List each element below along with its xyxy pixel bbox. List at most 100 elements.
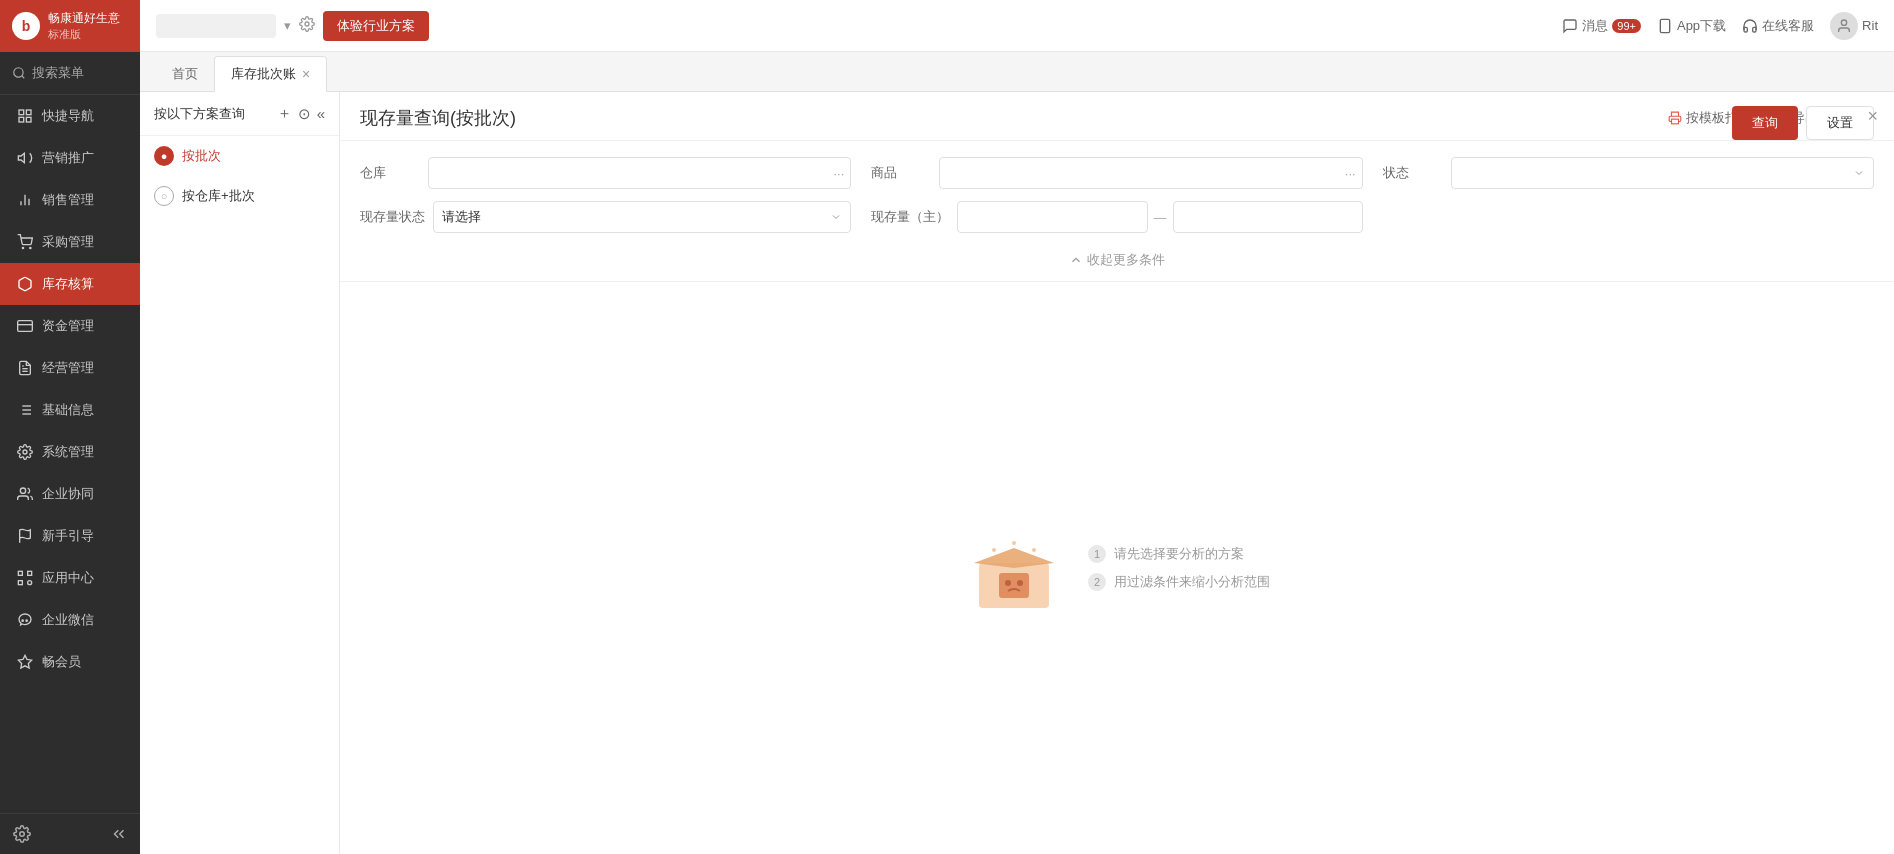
scheme-panel-header: 按以下方案查询 ＋ ⊙ « [140, 92, 339, 136]
settings-btn[interactable]: 设置 [1806, 106, 1874, 140]
svg-rect-4 [26, 117, 31, 122]
collapse-up-icon [1069, 253, 1083, 267]
collapse-btn[interactable]: 收起更多条件 [360, 245, 1874, 271]
svg-point-0 [14, 68, 23, 77]
topbar-dropdown-icon[interactable]: ▾ [284, 18, 291, 33]
sidebar-item-basic[interactable]: 基础信息 [0, 389, 140, 431]
page-close-btn[interactable]: × [1867, 106, 1878, 127]
experience-btn[interactable]: 体验行业方案 [323, 11, 429, 41]
scheme-item-by-warehouse-batch[interactable]: ○ 按仓库+批次 [140, 176, 339, 216]
scheme-item-by-batch[interactable]: ● 按批次 [140, 136, 339, 176]
collapse-label: 收起更多条件 [1087, 251, 1165, 269]
filter-form: 仓库 ··· 商品 ··· 状态 [340, 141, 1894, 282]
sidebar-search-area[interactable]: 搜索菜单 [0, 52, 140, 95]
inventory-status-placeholder: 请选择 [442, 208, 481, 226]
settings-scheme-icon[interactable]: ⊙ [298, 105, 311, 123]
sidebar-item-appstore[interactable]: 应用中心 [0, 557, 140, 599]
page-title: 现存量查询(按批次) [360, 106, 516, 130]
sidebar-item-marketing[interactable]: 营销推广 [0, 137, 140, 179]
messages-badge: 99+ [1612, 19, 1641, 33]
collapse-sidebar-btn[interactable] [110, 825, 128, 843]
svg-marker-28 [18, 655, 31, 668]
scheme-panel-title: 按以下方案查询 [154, 105, 245, 123]
settings-icon [16, 443, 34, 461]
inventory-status-field: 现存量状态 请选择 [360, 201, 851, 233]
settings-icon[interactable] [12, 824, 32, 844]
scheme-batch-icon: ● [154, 146, 174, 166]
sidebar-item-purchase[interactable]: 采购管理 [0, 221, 140, 263]
collapse-scheme-icon[interactable]: « [317, 105, 325, 122]
user-profile-btn[interactable]: Rit [1830, 12, 1878, 40]
svg-point-30 [305, 22, 309, 26]
topbar-search-input[interactable] [156, 14, 276, 38]
quantity-range: — [957, 201, 1362, 233]
svg-point-40 [1017, 580, 1023, 586]
topbar-settings-icon[interactable] [299, 16, 315, 35]
megaphone-icon [16, 149, 34, 167]
sidebar-search-btn[interactable]: 搜索菜单 [12, 60, 128, 86]
sidebar-item-finance[interactable]: 资金管理 [0, 305, 140, 347]
sidebar-item-guide[interactable]: 新手引导 [0, 515, 140, 557]
sidebar-item-operation[interactable]: 经营管理 [0, 347, 140, 389]
print-icon [1668, 111, 1682, 125]
topbar-right: 消息 99+ App下载 在线客服 Rit [1562, 12, 1878, 40]
goods-label: 商品 [871, 164, 931, 182]
sidebar-item-shortcut[interactable]: 快捷导航 [0, 95, 140, 137]
empty-illustration [964, 518, 1064, 618]
tab-home[interactable]: 首页 [156, 57, 214, 91]
sidebar-item-system[interactable]: 系统管理 [0, 431, 140, 473]
search-icon [12, 66, 26, 80]
tab-inventory-batch[interactable]: 库存批次账 × [214, 56, 327, 92]
sidebar-item-label-guide: 新手引导 [42, 527, 94, 545]
warehouse-input-group[interactable]: ··· [428, 157, 851, 189]
status-select[interactable] [1451, 157, 1874, 189]
vip-icon [16, 653, 34, 671]
svg-line-1 [22, 76, 25, 79]
quantity-max-input[interactable] [1173, 201, 1363, 233]
goods-field: 商品 ··· [871, 157, 1362, 189]
goods-input-group[interactable]: ··· [939, 157, 1362, 189]
goods-input[interactable] [940, 166, 1338, 181]
app-version: 标准版 [48, 27, 120, 42]
phone-icon [1657, 18, 1673, 34]
inventory-status-dropdown-icon [830, 211, 842, 223]
app-download-label: App下载 [1677, 17, 1726, 35]
headset-icon [1742, 18, 1758, 34]
sidebar-item-inventory[interactable]: 库存核算 [0, 263, 140, 305]
box-icon [16, 275, 34, 293]
messages-btn[interactable]: 消息 99+ [1562, 17, 1641, 35]
sidebar-item-sales[interactable]: 销售管理 [0, 179, 140, 221]
query-btn[interactable]: 查询 [1732, 106, 1798, 140]
sidebar-item-member[interactable]: 畅会员 [0, 641, 140, 683]
sidebar-item-label-system: 系统管理 [42, 443, 94, 461]
svg-point-21 [23, 450, 27, 454]
sidebar-item-collab[interactable]: 企业协同 [0, 473, 140, 515]
sidebar-footer [0, 813, 140, 854]
tab-home-label: 首页 [172, 65, 198, 83]
sidebar-item-weixin[interactable]: 企业微信 [0, 599, 140, 641]
tab-close-icon[interactable]: × [302, 66, 310, 82]
svg-rect-5 [19, 117, 24, 122]
quantity-min-input[interactable] [957, 201, 1147, 233]
warehouse-dots[interactable]: ··· [827, 166, 850, 181]
online-service-btn[interactable]: 在线客服 [1742, 17, 1814, 35]
svg-point-39 [1005, 580, 1011, 586]
sidebar-item-label-operation: 经营管理 [42, 359, 94, 377]
inventory-status-select[interactable]: 请选择 [433, 201, 851, 233]
action-row: 查询 设置 [1732, 106, 1874, 140]
sidebar-item-label-sales: 销售管理 [42, 191, 94, 209]
empty-num-2: 2 [1088, 573, 1106, 591]
warehouse-input[interactable] [429, 166, 827, 181]
empty-num-1: 1 [1088, 545, 1106, 563]
empty-hint-1: 1 请先选择要分析的方案 [1088, 545, 1270, 563]
svg-point-10 [30, 247, 31, 248]
add-scheme-icon[interactable]: ＋ [277, 104, 292, 123]
sidebar-item-label-finance: 资金管理 [42, 317, 94, 335]
flag-icon [16, 527, 34, 545]
svg-point-43 [1032, 548, 1036, 552]
tabbar: 首页 库存批次账 × [140, 52, 1894, 92]
goods-dots[interactable]: ··· [1339, 166, 1362, 181]
app-download-btn[interactable]: App下载 [1657, 17, 1726, 35]
empty-state: 1 请先选择要分析的方案 2 用过滤条件来缩小分析范围 [340, 282, 1894, 854]
cart-icon [16, 233, 34, 251]
